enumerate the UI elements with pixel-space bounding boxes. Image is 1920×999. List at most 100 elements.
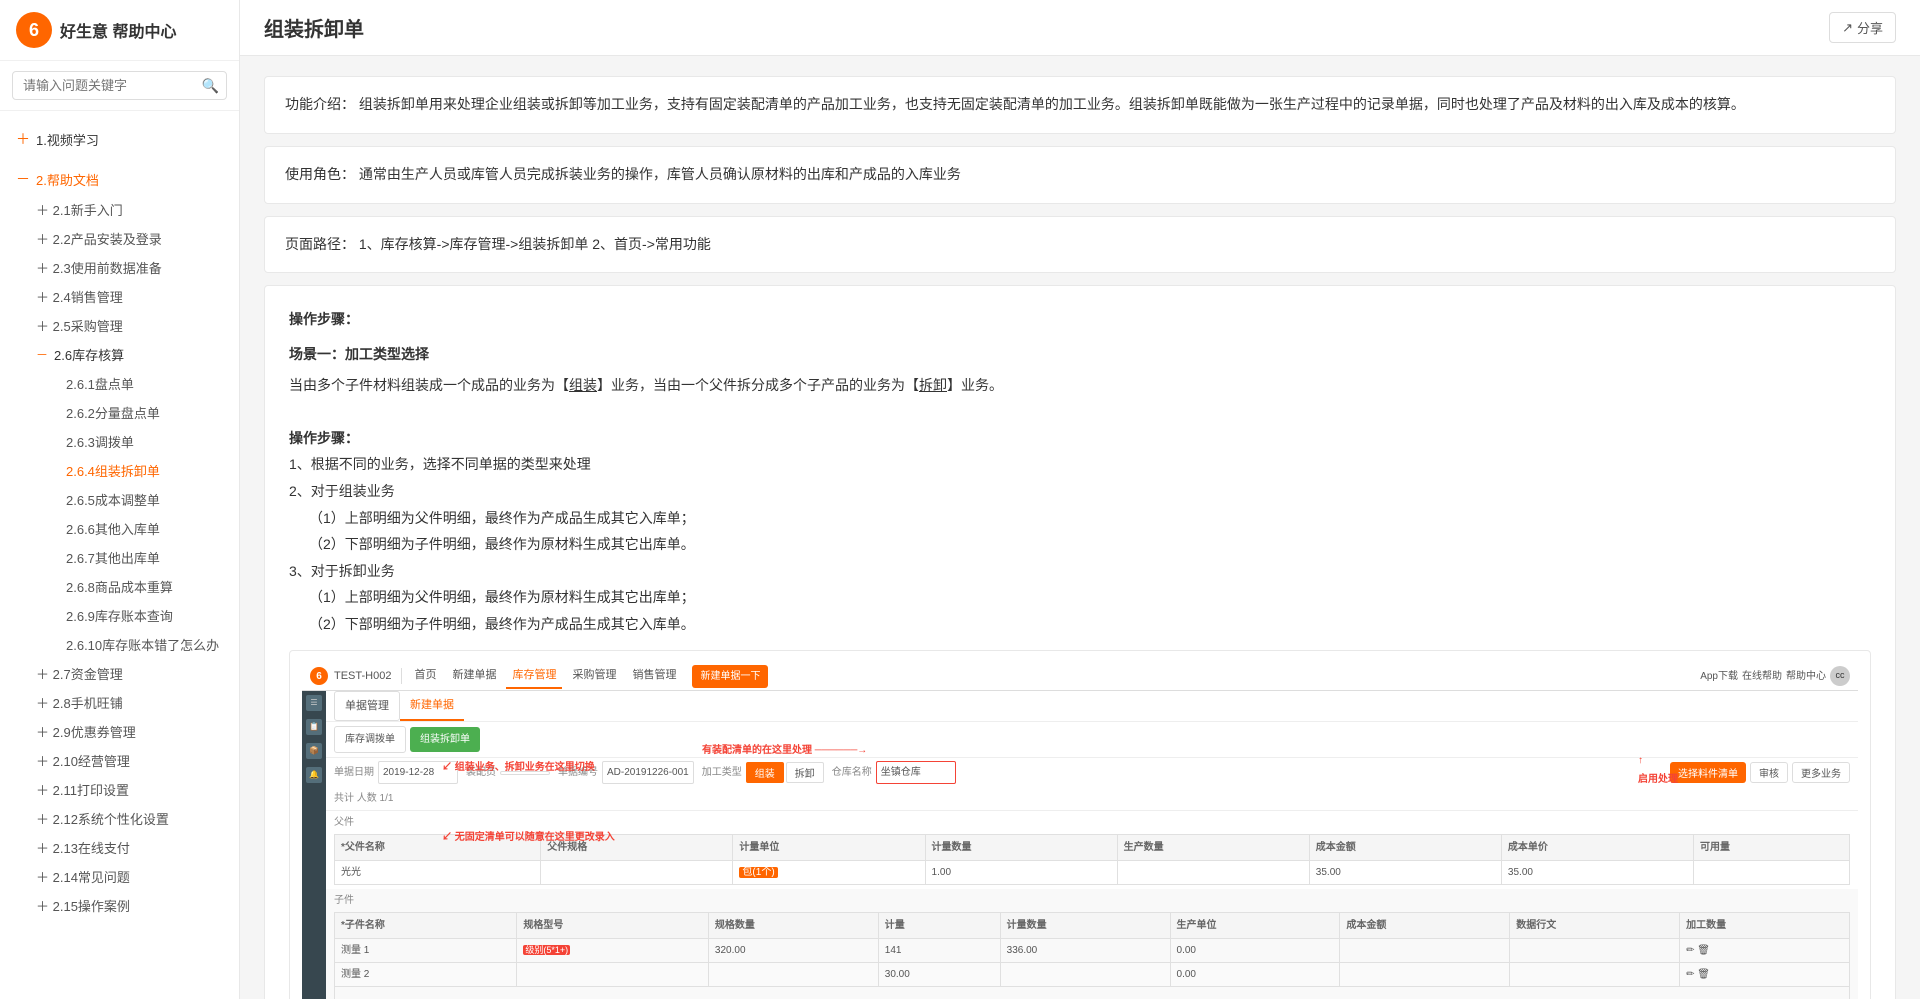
ss-td-spec-qty-1: 320.00 <box>708 939 878 963</box>
func-intro-text: 功能介绍： 组装拆卸单用来处理企业组装或拆卸等加工业务，支持有固定装配清单的产品… <box>285 93 1875 117</box>
func-intro-label: 功能介绍： <box>285 96 355 112</box>
ss-nav-new[interactable]: 新建单据 <box>446 663 502 690</box>
main-area: 组装拆卸单 ↗ 分享 功能介绍： 组装拆卸单用来处理企业组装或拆卸等加工业务，支… <box>240 0 1920 999</box>
search-button[interactable]: 🔍 <box>202 77 219 94</box>
ss-tab-new[interactable]: 新建单据 <box>400 691 464 722</box>
sidebar-item-2-2[interactable]: ＋ 2.2产品安装及登录 <box>20 224 239 253</box>
ss-confirm-btn[interactable]: 审核 <box>1750 762 1788 783</box>
role-text: 使用角色： 通常由生产人员或库管人员完成拆装业务的操作，库管人员确认原材料的出库… <box>285 163 1875 187</box>
plus-icon-2-3: ＋ <box>36 261 53 276</box>
sidebar-item-2-4[interactable]: ＋ 2.4销售管理 <box>20 282 239 311</box>
minus-icon-2-6: － <box>36 346 48 363</box>
step2-2: （2）下部明细为子件明细，最终作为原材料生成其它出库单。 <box>309 531 1871 558</box>
ss-subtab-transfer[interactable]: 库存调拨单 <box>334 726 406 753</box>
sidebar-item-2-12[interactable]: ＋ 2.12系统个性化设置 <box>20 804 239 833</box>
share-button[interactable]: ↗ 分享 <box>1829 12 1896 43</box>
sidebar-item-2-13[interactable]: ＋ 2.13在线支付 <box>20 833 239 862</box>
ss-nav-sales[interactable]: 销售管理 <box>626 663 682 690</box>
ss-nav: 首页 新建单据 库存管理 采购管理 销售管理 <box>408 663 682 690</box>
sidebar-item-2-6-9[interactable]: 2.6.9库存账本查询 <box>50 601 239 630</box>
ss-icon-2[interactable]: 📋 <box>306 719 322 735</box>
sidebar-item-2-6-8[interactable]: 2.6.8商品成本重算 <box>50 572 239 601</box>
ss-avatar[interactable]: cc <box>1830 666 1850 686</box>
ss-help-center[interactable]: 帮助中心 <box>1786 667 1826 686</box>
ss-new-btn[interactable]: 新建单据一下 <box>692 665 768 688</box>
sidebar-item-2-9[interactable]: ＋ 2.9优惠券管理 <box>20 717 239 746</box>
ss-type-btns: 组装 拆卸 <box>746 762 824 783</box>
ss-type-disassembly[interactable]: 拆卸 <box>786 762 824 783</box>
path-content: 1、库存核算->库存管理->组装拆卸单 2、首页->常用功能 <box>359 236 711 252</box>
role-block: 使用角色： 通常由生产人员或库管人员完成拆装业务的操作，库管人员确认原材料的出库… <box>264 146 1896 204</box>
step3-1: （1）上部明细为父件明细，最终作为原材料生成其它出库单； <box>309 584 1871 611</box>
sidebar-item-2-6-6[interactable]: 2.6.6其他入库单 <box>50 514 239 543</box>
ss-lower-table-label: 子件 <box>334 889 1850 912</box>
step3-2: （2）下部明细为子件明细，最终作为产成品生成其它入库单。 <box>309 611 1871 638</box>
ss-th-proc-qty: 加工数量 <box>1680 913 1850 939</box>
sidebar-item-2-8[interactable]: ＋ 2.8手机旺铺 <box>20 688 239 717</box>
ss-tabs-row: 单据管理 新建单据 <box>326 691 1858 723</box>
ss-subtab-assembly[interactable]: 组装拆卸单 <box>410 727 480 752</box>
sidebar-item-2-1[interactable]: ＋ 2.1新手入门 <box>20 195 239 224</box>
plus-icon-2-13: ＋ <box>36 841 53 856</box>
ss-nav-purchase[interactable]: 采购管理 <box>566 663 622 690</box>
plus-icon-2-8: ＋ <box>36 696 53 711</box>
sidebar-item-2-6-7[interactable]: 2.6.7其他出库单 <box>50 543 239 572</box>
sidebar-item-video[interactable]: ＋ 1.视频学习 <box>0 123 239 155</box>
ss-td-avail <box>1694 861 1850 885</box>
steps-block: 操作步骤： 场景一：加工类型选择 当由多个子件材料组装成一个成品的业务为【组装】… <box>264 285 1896 999</box>
ss-action-edit-2[interactable]: ✏ <box>1686 969 1694 980</box>
sidebar-item-2-6-10[interactable]: 2.6.10库存账本错了怎么办 <box>50 630 239 659</box>
ss-type-label: 加工类型 <box>702 763 742 782</box>
ss-assembler-input[interactable] <box>500 771 550 775</box>
ss-nav-home[interactable]: 首页 <box>408 663 442 690</box>
sidebar-item-2-6-3[interactable]: 2.6.3调拨单 <box>50 427 239 456</box>
ss-app-download[interactable]: App下载 <box>1700 667 1738 686</box>
ss-tab-manage[interactable]: 单据管理 <box>334 691 400 722</box>
ss-td-data-1 <box>1510 939 1680 963</box>
sidebar-item-2-15[interactable]: ＋ 2.15操作案例 <box>20 891 239 920</box>
ss-td-meas-1: 141 <box>878 939 1000 963</box>
sidebar-item-2-6-1[interactable]: 2.6.1盘点单 <box>50 369 239 398</box>
ss-upper-table: *父件名称 父件规格 计量单位 计量数量 生产数量 成本金额 成本单价 可用量 <box>334 834 1850 885</box>
ss-type-assembly[interactable]: 组装 <box>746 762 784 783</box>
ss-more-btn[interactable]: 更多业务 <box>1792 762 1850 783</box>
ss-summary-row: 共计 人数 1/1 <box>326 787 1858 811</box>
ss-th-unit: 计量单位 <box>733 835 925 861</box>
sidebar: 6 好生意 帮助中心 🔍 ＋ 1.视频学习 － 2.帮助文档 ＋ 2.1新手 <box>0 0 240 999</box>
sidebar-item-help-docs[interactable]: － 2.帮助文档 <box>0 163 239 195</box>
sidebar-item-2-14[interactable]: ＋ 2.14常见问题 <box>20 862 239 891</box>
ss-action-del[interactable]: 🗑 <box>1697 945 1710 956</box>
ss-icon-4[interactable]: 🔔 <box>306 767 322 783</box>
sidebar-item-2-5[interactable]: ＋ 2.5采购管理 <box>20 311 239 340</box>
search-input[interactable] <box>12 71 227 100</box>
plus-icon-2-5: ＋ <box>36 319 53 334</box>
ss-icon-1[interactable]: ☰ <box>306 695 322 711</box>
ss-warehouse-label: 仓库名称 <box>832 763 872 782</box>
sidebar-item-2-6-4[interactable]: 2.6.4组装拆卸单 <box>50 456 239 485</box>
app-logo: 6 <box>16 12 52 48</box>
sidebar-item-2-3[interactable]: ＋ 2.3使用前数据准备 <box>20 253 239 282</box>
ss-order-input[interactable]: AD-20191226-001 <box>602 761 694 784</box>
sidebar-item-2-6-2[interactable]: 2.6.2分量盘点单 <box>50 398 239 427</box>
ss-help-online[interactable]: 在线帮助 <box>1742 667 1782 686</box>
ss-nav-inventory[interactable]: 库存管理 <box>506 663 562 690</box>
sidebar-item-2-6[interactable]: － 2.6库存核算 <box>20 340 239 369</box>
ss-save-btn[interactable]: 选择料件清单 <box>1670 762 1746 783</box>
screenshot: 6 TEST-H002 首页 新建单据 库存管理 采购管理 销售管理 新建单据一… <box>302 663 1858 999</box>
ss-icon-3[interactable]: 📦 <box>306 743 322 759</box>
ss-action-del-2[interactable]: 🗑 <box>1697 969 1710 980</box>
ss-warehouse-input[interactable]: 坐镇仓库 <box>876 761 956 784</box>
ss-th-spec-qty: 规格数量 <box>708 913 878 939</box>
ss-action-edit[interactable]: ✏ <box>1686 945 1694 956</box>
sidebar-item-2-11[interactable]: ＋ 2.11打印设置 <box>20 775 239 804</box>
sidebar-item-2-7[interactable]: ＋ 2.7资金管理 <box>20 659 239 688</box>
ss-date-input[interactable]: 2019-12-28 <box>378 761 458 784</box>
ss-date-field: 单据日期 2019-12-28 <box>334 761 458 784</box>
minus-icon: － <box>16 169 30 189</box>
ss-th-cost-amt2: 成本金额 <box>1340 913 1510 939</box>
ss-td-cost-price: 35.00 <box>1501 861 1693 885</box>
sidebar-item-2-10[interactable]: ＋ 2.10经营管理 <box>20 746 239 775</box>
sidebar-item-2-6-5[interactable]: 2.6.5成本调整单 <box>50 485 239 514</box>
ss-fields-row: 单据日期 2019-12-28 装配员 单据编号 AD-20191226-001 <box>326 758 1858 787</box>
ss-divider <box>401 668 402 684</box>
